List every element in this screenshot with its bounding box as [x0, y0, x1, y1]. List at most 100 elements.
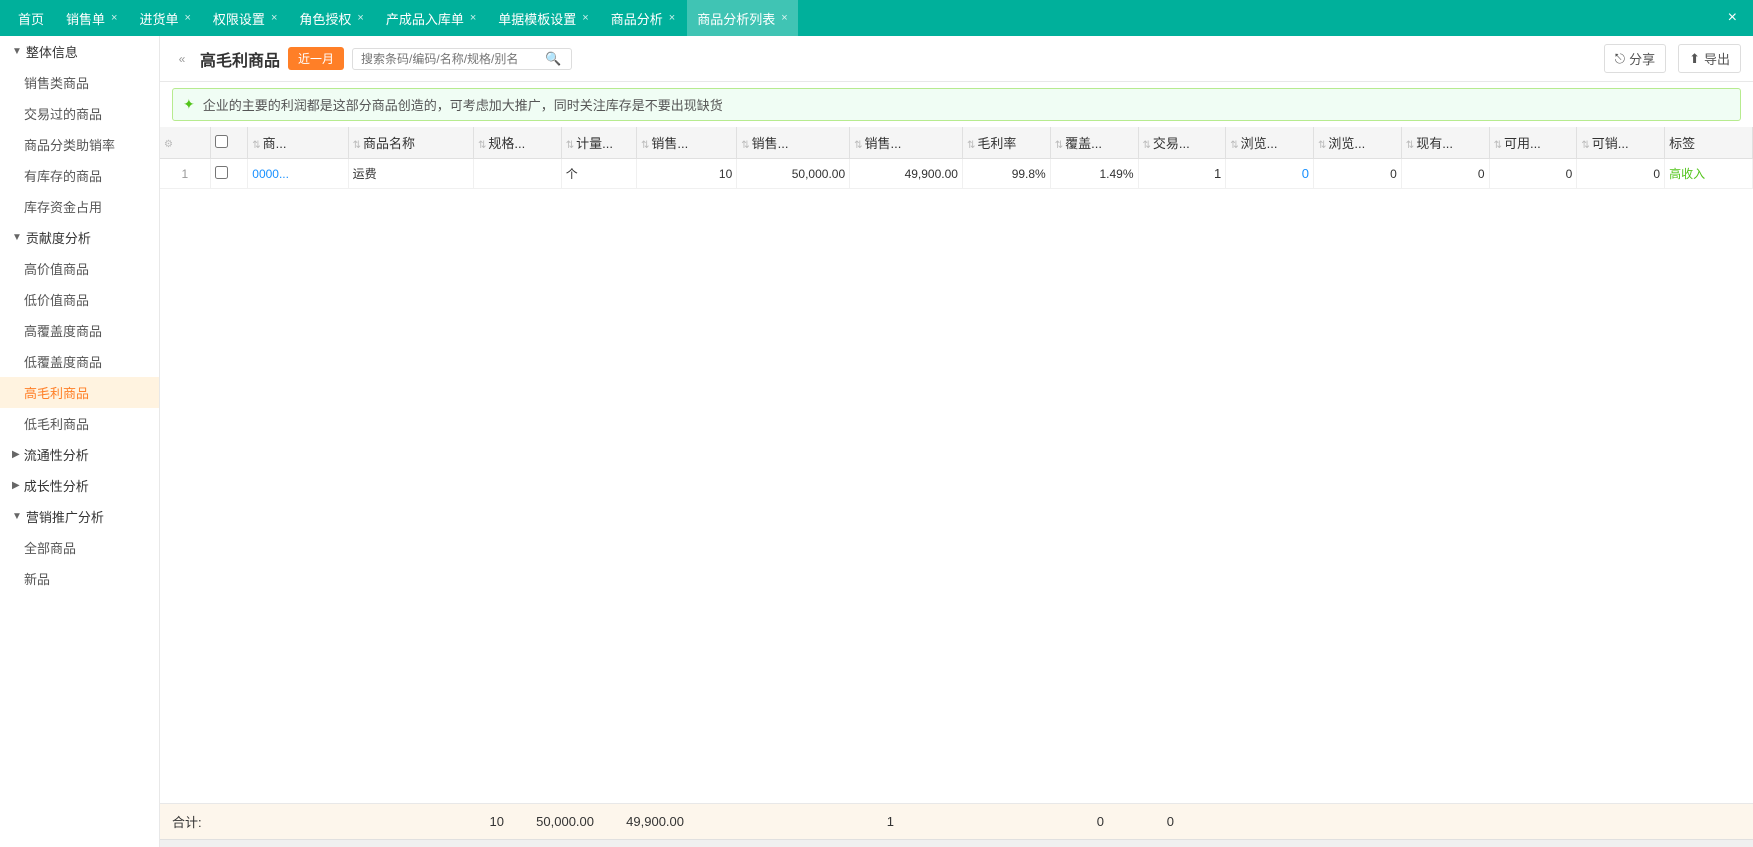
col-check — [210, 127, 248, 159]
info-icon: ✦ — [183, 96, 195, 113]
nav-purchase-label: 进货单 — [139, 9, 178, 28]
cell-trade: 1 — [1138, 159, 1226, 189]
nav-analysis-label: 商品分析 — [611, 9, 663, 28]
cell-saleable: 0 — [1577, 159, 1665, 189]
cell-gross-rate: 99.8% — [962, 159, 1050, 189]
sidebar-item-high-value[interactable]: 高价值商品 — [0, 253, 159, 284]
nav-analysis-list-close[interactable]: × — [781, 12, 787, 24]
nav-analysis-close[interactable]: × — [669, 12, 675, 24]
arrow-marketing: ▼ — [12, 511, 22, 522]
cell-current: 0 — [1401, 159, 1489, 189]
col-coverage: ⇅覆盖... — [1050, 127, 1138, 159]
nav-analysis-list-label: 商品分析列表 — [697, 9, 775, 28]
col-sales-amount: ⇅销售... — [737, 127, 850, 159]
cell-name: 运费 — [348, 159, 473, 189]
sidebar-item-low-coverage[interactable]: 低覆盖度商品 — [0, 346, 159, 377]
share-icon: ⎋ — [1615, 51, 1625, 67]
col-name: ⇅商品名称 — [348, 127, 473, 159]
cell-code: 0000... — [248, 159, 348, 189]
footer-available: 0 — [1112, 814, 1182, 829]
sidebar-group-overall[interactable]: ▼ 整体信息 — [0, 36, 159, 67]
nav-sales[interactable]: 销售单 × — [56, 0, 127, 36]
sidebar: ▼ 整体信息 销售类商品 交易过的商品 商品分类助销率 有库存的商品 库存资金占… — [0, 36, 160, 847]
top-nav: 首页 销售单 × 进货单 × 权限设置 × 角色授权 × 产成品入库单 × 单据… — [0, 0, 1753, 36]
nav-purchase[interactable]: 进货单 × — [129, 0, 200, 36]
col-sales-qty: ⇅销售... — [636, 127, 736, 159]
nav-sales-close[interactable]: × — [111, 12, 117, 24]
sidebar-item-all-goods[interactable]: 全部商品 — [0, 532, 159, 563]
nav-template-label: 单据模板设置 — [498, 9, 576, 28]
nav-home[interactable]: 首页 — [8, 0, 54, 36]
sidebar-item-new-goods[interactable]: 新品 — [0, 563, 159, 594]
content-header: « 高毛利商品 近一月 🔍 ⎋ 分享 ⬆ 导出 — [160, 36, 1753, 82]
col-tag: 标签 — [1665, 127, 1753, 159]
sidebar-item-traded-goods[interactable]: 交易过的商品 — [0, 98, 159, 129]
select-all-checkbox[interactable] — [215, 135, 228, 148]
nav-analysis[interactable]: 商品分析 × — [601, 0, 685, 36]
search-icon[interactable]: 🔍 — [545, 51, 561, 67]
arrow-overall: ▼ — [12, 46, 22, 57]
sidebar-item-high-margin[interactable]: 高毛利商品 — [0, 377, 159, 408]
bottom-scrollbar[interactable] — [160, 839, 1753, 847]
col-code: ⇅商... — [248, 127, 348, 159]
sidebar-group-contribution[interactable]: ▼ 贡献度分析 — [0, 222, 159, 253]
search-input[interactable] — [361, 52, 541, 66]
nav-finished-close[interactable]: × — [470, 12, 476, 24]
cell-tag: 高收入 — [1665, 159, 1753, 189]
sidebar-group-overall-label: 整体信息 — [26, 42, 78, 61]
sidebar-item-sales-goods[interactable]: 销售类商品 — [0, 67, 159, 98]
nav-role-close[interactable]: × — [357, 12, 363, 24]
sidebar-item-category-assist[interactable]: 商品分类助销率 — [0, 129, 159, 160]
collapse-button[interactable]: « — [172, 49, 192, 69]
cell-sales-qty: 10 — [636, 159, 736, 189]
info-banner-text: 企业的主要的利润都是这部分商品创造的，可考虑加大推广，同时关注库存是不要出现缺货 — [203, 95, 723, 114]
arrow-liquidity: ▶ — [12, 449, 20, 460]
page-title: 高毛利商品 — [200, 47, 280, 71]
nav-template-close[interactable]: × — [582, 12, 588, 24]
nav-finished[interactable]: 产成品入库单 × — [376, 0, 486, 36]
nav-purchase-close[interactable]: × — [184, 12, 190, 24]
cell-available: 0 — [1489, 159, 1577, 189]
col-view1: ⇅浏览... — [1226, 127, 1314, 159]
cell-view1[interactable]: 0 — [1226, 159, 1314, 189]
main-layout: ▼ 整体信息 销售类商品 交易过的商品 商品分类助销率 有库存的商品 库存资金占… — [0, 36, 1753, 847]
table-wrapper[interactable]: ⚙ ⇅商... ⇅商品名称 ⇅规格... ⇅计量... ⇅销售... ⇅销售..… — [160, 127, 1753, 803]
cell-check[interactable] — [210, 159, 248, 189]
sidebar-group-liquidity[interactable]: ▶ 流通性分析 — [0, 439, 159, 470]
arrow-contribution: ▼ — [12, 232, 22, 243]
filter-recent-month[interactable]: 近一月 — [288, 47, 344, 70]
nav-permission[interactable]: 权限设置 × — [203, 0, 287, 36]
sidebar-item-in-stock[interactable]: 有库存的商品 — [0, 160, 159, 191]
table-header-row: ⚙ ⇅商... ⇅商品名称 ⇅规格... ⇅计量... ⇅销售... ⇅销售..… — [160, 127, 1753, 159]
nav-home-label: 首页 — [18, 9, 44, 28]
col-unit: ⇅计量... — [561, 127, 636, 159]
col-trade: ⇅交易... — [1138, 127, 1226, 159]
nav-finished-label: 产成品入库单 — [386, 9, 464, 28]
cell-sales-profit: 49,900.00 — [850, 159, 963, 189]
sidebar-item-stock-capital[interactable]: 库存资金占用 — [0, 191, 159, 222]
sidebar-item-high-coverage[interactable]: 高覆盖度商品 — [0, 315, 159, 346]
col-saleable: ⇅可销... — [1577, 127, 1665, 159]
nav-role[interactable]: 角色授权 × — [289, 0, 373, 36]
sidebar-item-low-value[interactable]: 低价值商品 — [0, 284, 159, 315]
nav-sales-label: 销售单 — [66, 9, 105, 28]
footer-sales-qty: 10 — [432, 814, 512, 829]
nav-analysis-list[interactable]: 商品分析列表 × — [687, 0, 797, 36]
close-all-button[interactable]: × — [1720, 9, 1745, 27]
export-button[interactable]: ⬆ 导出 — [1678, 44, 1741, 73]
cell-unit: 个 — [561, 159, 636, 189]
nav-permission-close[interactable]: × — [271, 12, 277, 24]
sidebar-item-low-margin[interactable]: 低毛利商品 — [0, 408, 159, 439]
cell-spec — [473, 159, 561, 189]
sidebar-group-growth[interactable]: ▶ 成长性分析 — [0, 470, 159, 501]
sidebar-group-liquidity-label: 流通性分析 — [24, 445, 89, 464]
share-button[interactable]: ⎋ 分享 — [1604, 44, 1666, 73]
col-current: ⇅现有... — [1401, 127, 1489, 159]
nav-template[interactable]: 单据模板设置 × — [488, 0, 598, 36]
nav-role-label: 角色授权 — [299, 9, 351, 28]
row-checkbox[interactable] — [215, 166, 228, 179]
table-row[interactable]: 1 0000... 运费 个 10 50,000.00 49,900.00 99… — [160, 159, 1753, 189]
arrow-growth: ▶ — [12, 480, 20, 491]
sidebar-group-marketing[interactable]: ▼ 营销推广分析 — [0, 501, 159, 532]
col-gross-rate: ⇅毛利率 — [962, 127, 1050, 159]
